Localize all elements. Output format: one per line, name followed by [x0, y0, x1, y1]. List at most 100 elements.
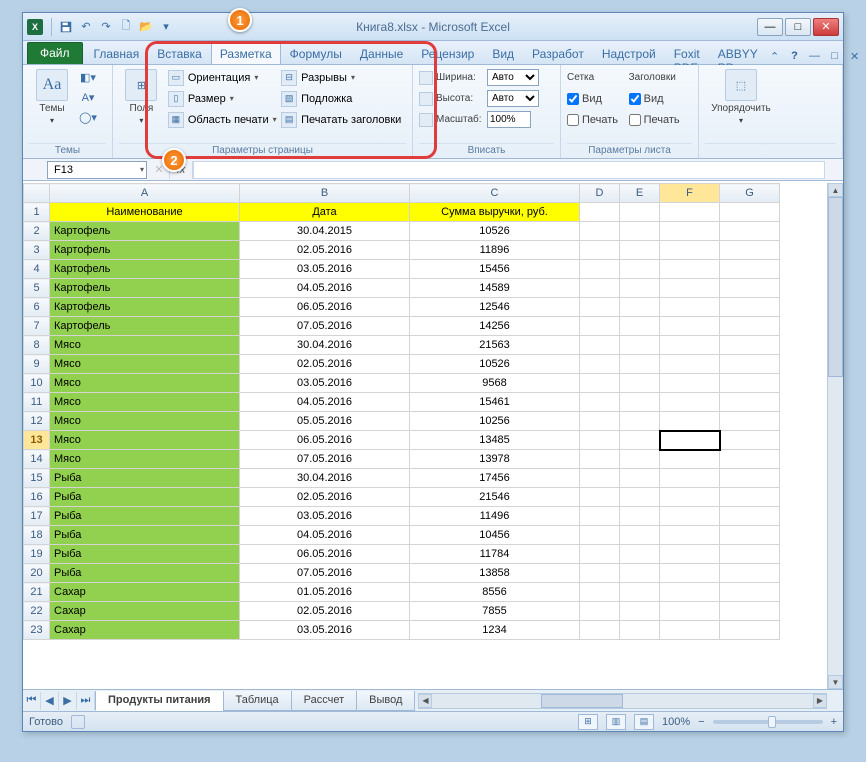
tab-abbyy[interactable]: ABBYY PD [709, 42, 767, 64]
cell-D3[interactable] [580, 241, 620, 260]
cell-F14[interactable] [660, 450, 720, 469]
select-all-corner[interactable] [24, 184, 50, 203]
col-header-F[interactable]: F [660, 184, 720, 203]
tab-home[interactable]: Главная [85, 42, 149, 64]
cell-G2[interactable] [720, 222, 780, 241]
row-header-15[interactable]: 15 [24, 469, 50, 488]
qat-new-icon[interactable]: 🗋 [116, 17, 136, 37]
cell-C23[interactable]: 1234 [410, 621, 580, 640]
headings-print-checkbox[interactable]: Печать [629, 109, 692, 130]
row-header-18[interactable]: 18 [24, 526, 50, 545]
row-header-9[interactable]: 9 [24, 355, 50, 374]
cell-C2[interactable]: 10526 [410, 222, 580, 241]
cell-A5[interactable]: Картофель [50, 279, 240, 298]
cell-D17[interactable] [580, 507, 620, 526]
qat-undo-icon[interactable]: ↶ [76, 17, 96, 37]
cell-D19[interactable] [580, 545, 620, 564]
cell-E8[interactable] [620, 336, 660, 355]
row-header-10[interactable]: 10 [24, 374, 50, 393]
formula-input[interactable] [193, 161, 825, 179]
cell-E22[interactable] [620, 602, 660, 621]
fit-width-select[interactable]: Авто [487, 69, 539, 86]
cell-C15[interactable]: 17456 [410, 469, 580, 488]
cell-A10[interactable]: Мясо [50, 374, 240, 393]
cell-D2[interactable] [580, 222, 620, 241]
gridlines-view-checkbox[interactable]: Вид [567, 88, 625, 109]
cell-A11[interactable]: Мясо [50, 393, 240, 412]
zoom-out-icon[interactable]: − [698, 716, 704, 728]
cell-G20[interactable] [720, 564, 780, 583]
cell-F11[interactable] [660, 393, 720, 412]
cell-D6[interactable] [580, 298, 620, 317]
cell-A8[interactable]: Мясо [50, 336, 240, 355]
themes-button[interactable]: Aa Темы ▾ [29, 67, 75, 143]
cell-G11[interactable] [720, 393, 780, 412]
sheet-nav-next-icon[interactable]: ▶ [59, 692, 77, 710]
cell-C22[interactable]: 7855 [410, 602, 580, 621]
row-header-3[interactable]: 3 [24, 241, 50, 260]
cell-A6[interactable]: Картофель [50, 298, 240, 317]
cell-B3[interactable]: 02.05.2016 [240, 241, 410, 260]
hscroll-left-icon[interactable]: ◀ [418, 694, 432, 708]
cell-E14[interactable] [620, 450, 660, 469]
row-header-4[interactable]: 4 [24, 260, 50, 279]
qat-redo-icon[interactable]: ↷ [96, 17, 116, 37]
scroll-thumb[interactable] [828, 197, 843, 377]
minimize-ribbon-icon[interactable]: ⌃ [767, 48, 783, 64]
cell-G8[interactable] [720, 336, 780, 355]
horizontal-scrollbar[interactable]: ◀ ▶ [418, 693, 827, 709]
cell-D12[interactable] [580, 412, 620, 431]
macro-record-icon[interactable] [71, 715, 85, 729]
cell-B11[interactable]: 04.05.2016 [240, 393, 410, 412]
maximize-button[interactable]: □ [785, 18, 811, 36]
row-header-11[interactable]: 11 [24, 393, 50, 412]
row-header-23[interactable]: 23 [24, 621, 50, 640]
vertical-scrollbar[interactable]: ▲ ▼ [827, 183, 843, 689]
scroll-down-icon[interactable]: ▼ [828, 675, 843, 689]
cell-D11[interactable] [580, 393, 620, 412]
cell-D23[interactable] [580, 621, 620, 640]
cell-E20[interactable] [620, 564, 660, 583]
cell-D22[interactable] [580, 602, 620, 621]
cell-E2[interactable] [620, 222, 660, 241]
cell-F6[interactable] [660, 298, 720, 317]
cell-E6[interactable] [620, 298, 660, 317]
cell-C9[interactable]: 10526 [410, 355, 580, 374]
cell-B1[interactable]: Дата [240, 203, 410, 222]
cell-G4[interactable] [720, 260, 780, 279]
worksheet[interactable]: ABCDEFG1НаименованиеДатаСумма выручки, р… [23, 183, 843, 689]
cell-D21[interactable] [580, 583, 620, 602]
view-page-layout-icon[interactable]: ▥ [606, 714, 626, 730]
cell-G19[interactable] [720, 545, 780, 564]
cell-F7[interactable] [660, 317, 720, 336]
sheet-nav-prev-icon[interactable]: ◀ [41, 692, 59, 710]
tab-view[interactable]: Вид [483, 42, 523, 64]
cell-D4[interactable] [580, 260, 620, 279]
cell-A4[interactable]: Картофель [50, 260, 240, 279]
cell-C20[interactable]: 13858 [410, 564, 580, 583]
sheet-tab-3[interactable]: Вывод [356, 691, 415, 711]
row-header-12[interactable]: 12 [24, 412, 50, 431]
cell-G23[interactable] [720, 621, 780, 640]
qat-open-icon[interactable]: 📂 [136, 17, 156, 37]
row-header-8[interactable]: 8 [24, 336, 50, 355]
cell-A13[interactable]: Мясо [50, 431, 240, 450]
cell-D10[interactable] [580, 374, 620, 393]
row-header-14[interactable]: 14 [24, 450, 50, 469]
tab-insert[interactable]: Вставка [148, 42, 211, 64]
cell-A7[interactable]: Картофель [50, 317, 240, 336]
sheet-tab-active[interactable]: Продукты питания [95, 691, 224, 711]
tab-addins[interactable]: Надстрой [593, 42, 665, 64]
theme-effects-icon[interactable]: ◯▾ [79, 107, 97, 127]
sheet-tab-2[interactable]: Рассчет [291, 691, 358, 711]
cell-B15[interactable]: 30.04.2016 [240, 469, 410, 488]
row-header-20[interactable]: 20 [24, 564, 50, 583]
cell-C7[interactable]: 14256 [410, 317, 580, 336]
zoom-in-icon[interactable]: + [831, 716, 837, 728]
cell-A19[interactable]: Рыба [50, 545, 240, 564]
cell-E3[interactable] [620, 241, 660, 260]
cell-C12[interactable]: 10256 [410, 412, 580, 431]
row-header-13[interactable]: 13 [24, 431, 50, 450]
col-header-A[interactable]: A [50, 184, 240, 203]
cell-B20[interactable]: 07.05.2016 [240, 564, 410, 583]
